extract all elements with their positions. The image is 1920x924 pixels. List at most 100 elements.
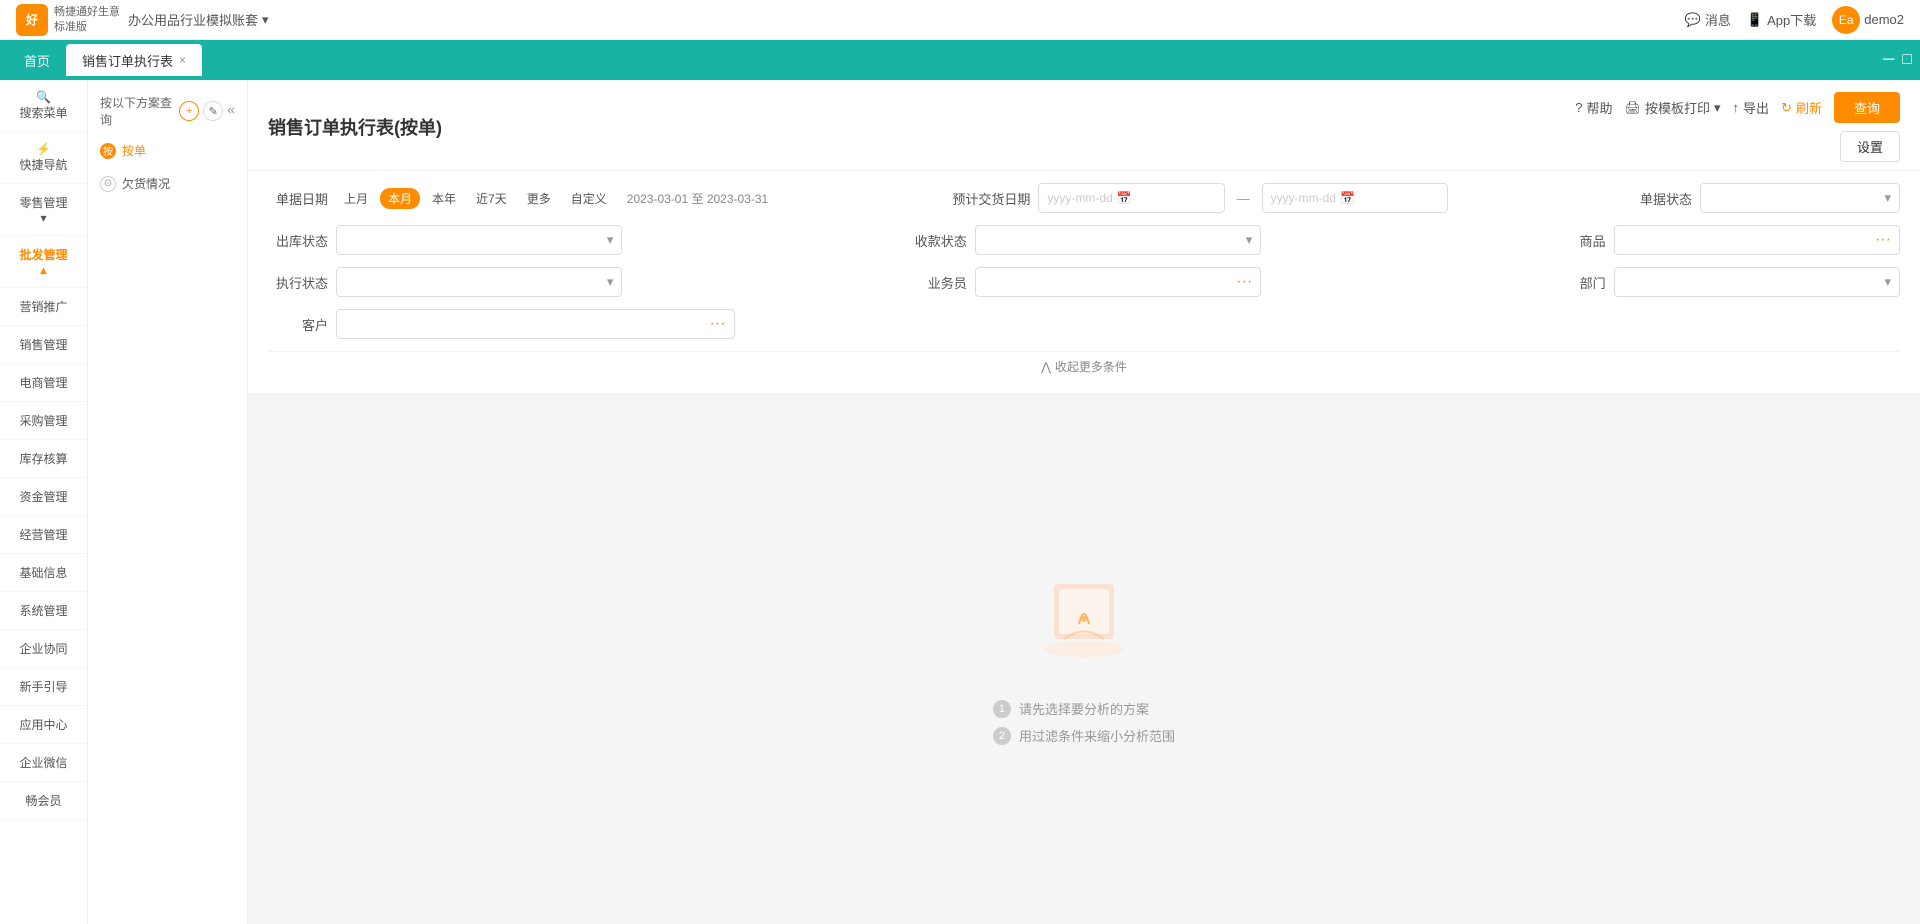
- department-select[interactable]: ▾: [1614, 267, 1900, 297]
- add-scheme-button[interactable]: +: [179, 101, 199, 121]
- chevron-down-icon: ▾: [607, 274, 614, 290]
- edit-scheme-button[interactable]: ✎: [203, 101, 223, 121]
- chevron-down-icon: ▾: [40, 211, 46, 225]
- goods-dots-icon[interactable]: ···: [1875, 231, 1891, 249]
- chevron-down-icon: ▾: [1246, 232, 1253, 248]
- date-tab-custom[interactable]: 自定义: [563, 188, 615, 209]
- chevron-up-icon: ▴: [40, 263, 46, 277]
- sidebar-item-inventory[interactable]: 库存核算: [0, 440, 87, 478]
- chevron-down-icon: ▾: [1885, 274, 1892, 290]
- sidebar-item-marketing[interactable]: 营销推广: [0, 288, 87, 326]
- refresh-button[interactable]: ↻ 刷新: [1781, 98, 1822, 117]
- content-area: 按以下方案查询 + ✎ « 按 按单 ⊙ 欠货情况: [88, 80, 1920, 924]
- query-button[interactable]: 查询: [1834, 92, 1900, 123]
- sidebar: 🔍 搜索菜单 ⚡ 快捷导航 零售管理 ▾ 批发管理 ▴ 营销推广 销售管理 电商…: [0, 80, 88, 924]
- message-button[interactable]: 💬 消息: [1685, 10, 1731, 29]
- sidebar-item-apps[interactable]: 应用中心: [0, 706, 87, 744]
- topbar-title[interactable]: 办公用品行业模拟账套 ▾: [128, 10, 269, 29]
- logo-text: 畅捷通好生意 标准版: [54, 5, 120, 34]
- calendar-icon-2: 📅: [1340, 191, 1355, 205]
- date-tabs: 上月 本月 本年 近7天 更多 自定义 2023-03-01 至 2023-03…: [336, 188, 768, 209]
- help-button[interactable]: ? 帮助: [1575, 98, 1612, 117]
- tab-close-icon[interactable]: ×: [179, 53, 186, 67]
- tab-minimize-button[interactable]: ─: [1883, 51, 1894, 69]
- customer-dots-icon[interactable]: ···: [710, 315, 726, 333]
- shortage-icon: ⊙: [100, 176, 116, 192]
- export-button[interactable]: ↑ 导出: [1733, 98, 1770, 117]
- customer-select[interactable]: ···: [336, 309, 735, 339]
- template-print-button[interactable]: 🖨 按模板打印 ▾: [1624, 98, 1720, 117]
- logo-icon: 好: [16, 4, 48, 36]
- tabbar-actions: ─ □: [1883, 51, 1912, 69]
- empty-step-2: 2 用过滤条件来缩小分析范围: [993, 726, 1175, 745]
- chevron-down-icon: ▾: [607, 232, 614, 248]
- date-tab-last-month[interactable]: 上月: [336, 188, 376, 209]
- date-tab-this-month[interactable]: 本月: [380, 188, 420, 209]
- tab-home[interactable]: 首页: [8, 44, 66, 76]
- sidebar-item-guide[interactable]: 新手引导: [0, 668, 87, 706]
- execution-label: 执行状态: [268, 273, 328, 292]
- main-content: 1 请先选择要分析的方案 2 用过滤条件来缩小分析范围: [248, 393, 1920, 924]
- department-label: 部门: [1546, 273, 1606, 292]
- date-tab-7days[interactable]: 近7天: [468, 188, 515, 209]
- sidebar-item-enterprise[interactable]: 企业协同: [0, 630, 87, 668]
- status-select[interactable]: ▾: [1700, 183, 1900, 213]
- step-num-1: 1: [993, 700, 1011, 718]
- filter-area: 单据日期 上月 本月 本年 近7天 更多 自定义 2023-03-01 至 20…: [248, 171, 1920, 393]
- app-download-button[interactable]: 📱 App下载: [1747, 10, 1816, 29]
- sidebar-item-purchase[interactable]: 采购管理: [0, 402, 87, 440]
- status-label: 单据状态: [1632, 189, 1692, 208]
- salesperson-select[interactable]: ···: [975, 267, 1261, 297]
- sidebar-item-system[interactable]: 系统管理: [0, 592, 87, 630]
- scheme-item-by-order[interactable]: 按 按单: [88, 134, 247, 167]
- tab-maximize-button[interactable]: □: [1902, 51, 1912, 69]
- payment-select[interactable]: ▾: [975, 225, 1261, 255]
- sidebar-item-quicknav[interactable]: ⚡ 快捷导航: [0, 132, 87, 184]
- customer-label: 客户: [268, 315, 328, 334]
- sidebar-item-finance[interactable]: 资金管理: [0, 478, 87, 516]
- chevron-down-icon: ▾: [1714, 100, 1721, 116]
- goods-select[interactable]: ···: [1614, 225, 1900, 255]
- filter-row-4: 客户 ···: [268, 309, 1900, 339]
- scheme-item-shortage[interactable]: ⊙ 欠货情况: [88, 167, 247, 200]
- sidebar-item-member[interactable]: 畅会员: [0, 782, 87, 820]
- step-num-2: 2: [993, 727, 1011, 745]
- sidebar-item-sales[interactable]: 销售管理: [0, 326, 87, 364]
- page-titlebar: 销售订单执行表(按单) ? 帮助 🖨 按模板打印: [248, 80, 1920, 171]
- chevron-down-icon: ▾: [262, 12, 269, 28]
- page-title: 销售订单执行表(按单): [268, 114, 442, 140]
- date-label: 单据日期: [268, 189, 328, 208]
- settings-button[interactable]: 设置: [1840, 131, 1900, 162]
- empty-state: 1 请先选择要分析的方案 2 用过滤条件来缩小分析范围: [993, 564, 1175, 753]
- expected-date-start[interactable]: yyyy-mm-dd 📅: [1038, 183, 1224, 213]
- sidebar-item-operations[interactable]: 经营管理: [0, 516, 87, 554]
- page-layout: 按以下方案查询 + ✎ « 按 按单 ⊙ 欠货情况: [88, 80, 1920, 924]
- user-profile[interactable]: Ea demo2: [1832, 6, 1904, 34]
- sidebar-item-ecommerce[interactable]: 电商管理: [0, 364, 87, 402]
- tab-sales-order[interactable]: 销售订单执行表 ×: [66, 44, 202, 76]
- sidebar-item-retail[interactable]: 零售管理 ▾: [0, 184, 87, 236]
- filter-row-3: 执行状态 ▾ 业务员 ··· 部门: [268, 267, 1900, 297]
- page-actions: ? 帮助 🖨 按模板打印 ▾ ↑ 导出: [1575, 92, 1900, 162]
- salesperson-dots-icon[interactable]: ···: [1236, 273, 1252, 291]
- sidebar-item-basic-info[interactable]: 基础信息: [0, 554, 87, 592]
- date-range-display: 2023-03-01 至 2023-03-31: [627, 190, 768, 207]
- chevron-down-icon: ▾: [1885, 190, 1892, 206]
- collapse-panel-button[interactable]: «: [227, 101, 235, 121]
- outbound-select[interactable]: ▾: [336, 225, 622, 255]
- filter-row-2: 出库状态 ▾ 收款状态 ▾ 商品: [268, 225, 1900, 255]
- date-tab-more[interactable]: 更多: [519, 188, 559, 209]
- sidebar-item-search[interactable]: 🔍 搜索菜单: [0, 80, 87, 132]
- print-icon: 🖨: [1624, 100, 1641, 116]
- execution-select[interactable]: ▾: [336, 267, 622, 297]
- order-icon: 按: [100, 143, 116, 159]
- date-tab-this-year[interactable]: 本年: [424, 188, 464, 209]
- expected-date-end[interactable]: yyyy-mm-dd 📅: [1262, 183, 1448, 213]
- collapse-filter-button[interactable]: ⋀ 收起更多条件: [268, 351, 1900, 381]
- date-separator: —: [1237, 191, 1250, 206]
- sidebar-item-weixin[interactable]: 企业微信: [0, 744, 87, 782]
- app-icon: 📱: [1747, 12, 1763, 28]
- goods-label: 商品: [1546, 231, 1606, 250]
- outbound-label: 出库状态: [268, 231, 328, 250]
- sidebar-item-wholesale[interactable]: 批发管理 ▴: [0, 236, 87, 288]
